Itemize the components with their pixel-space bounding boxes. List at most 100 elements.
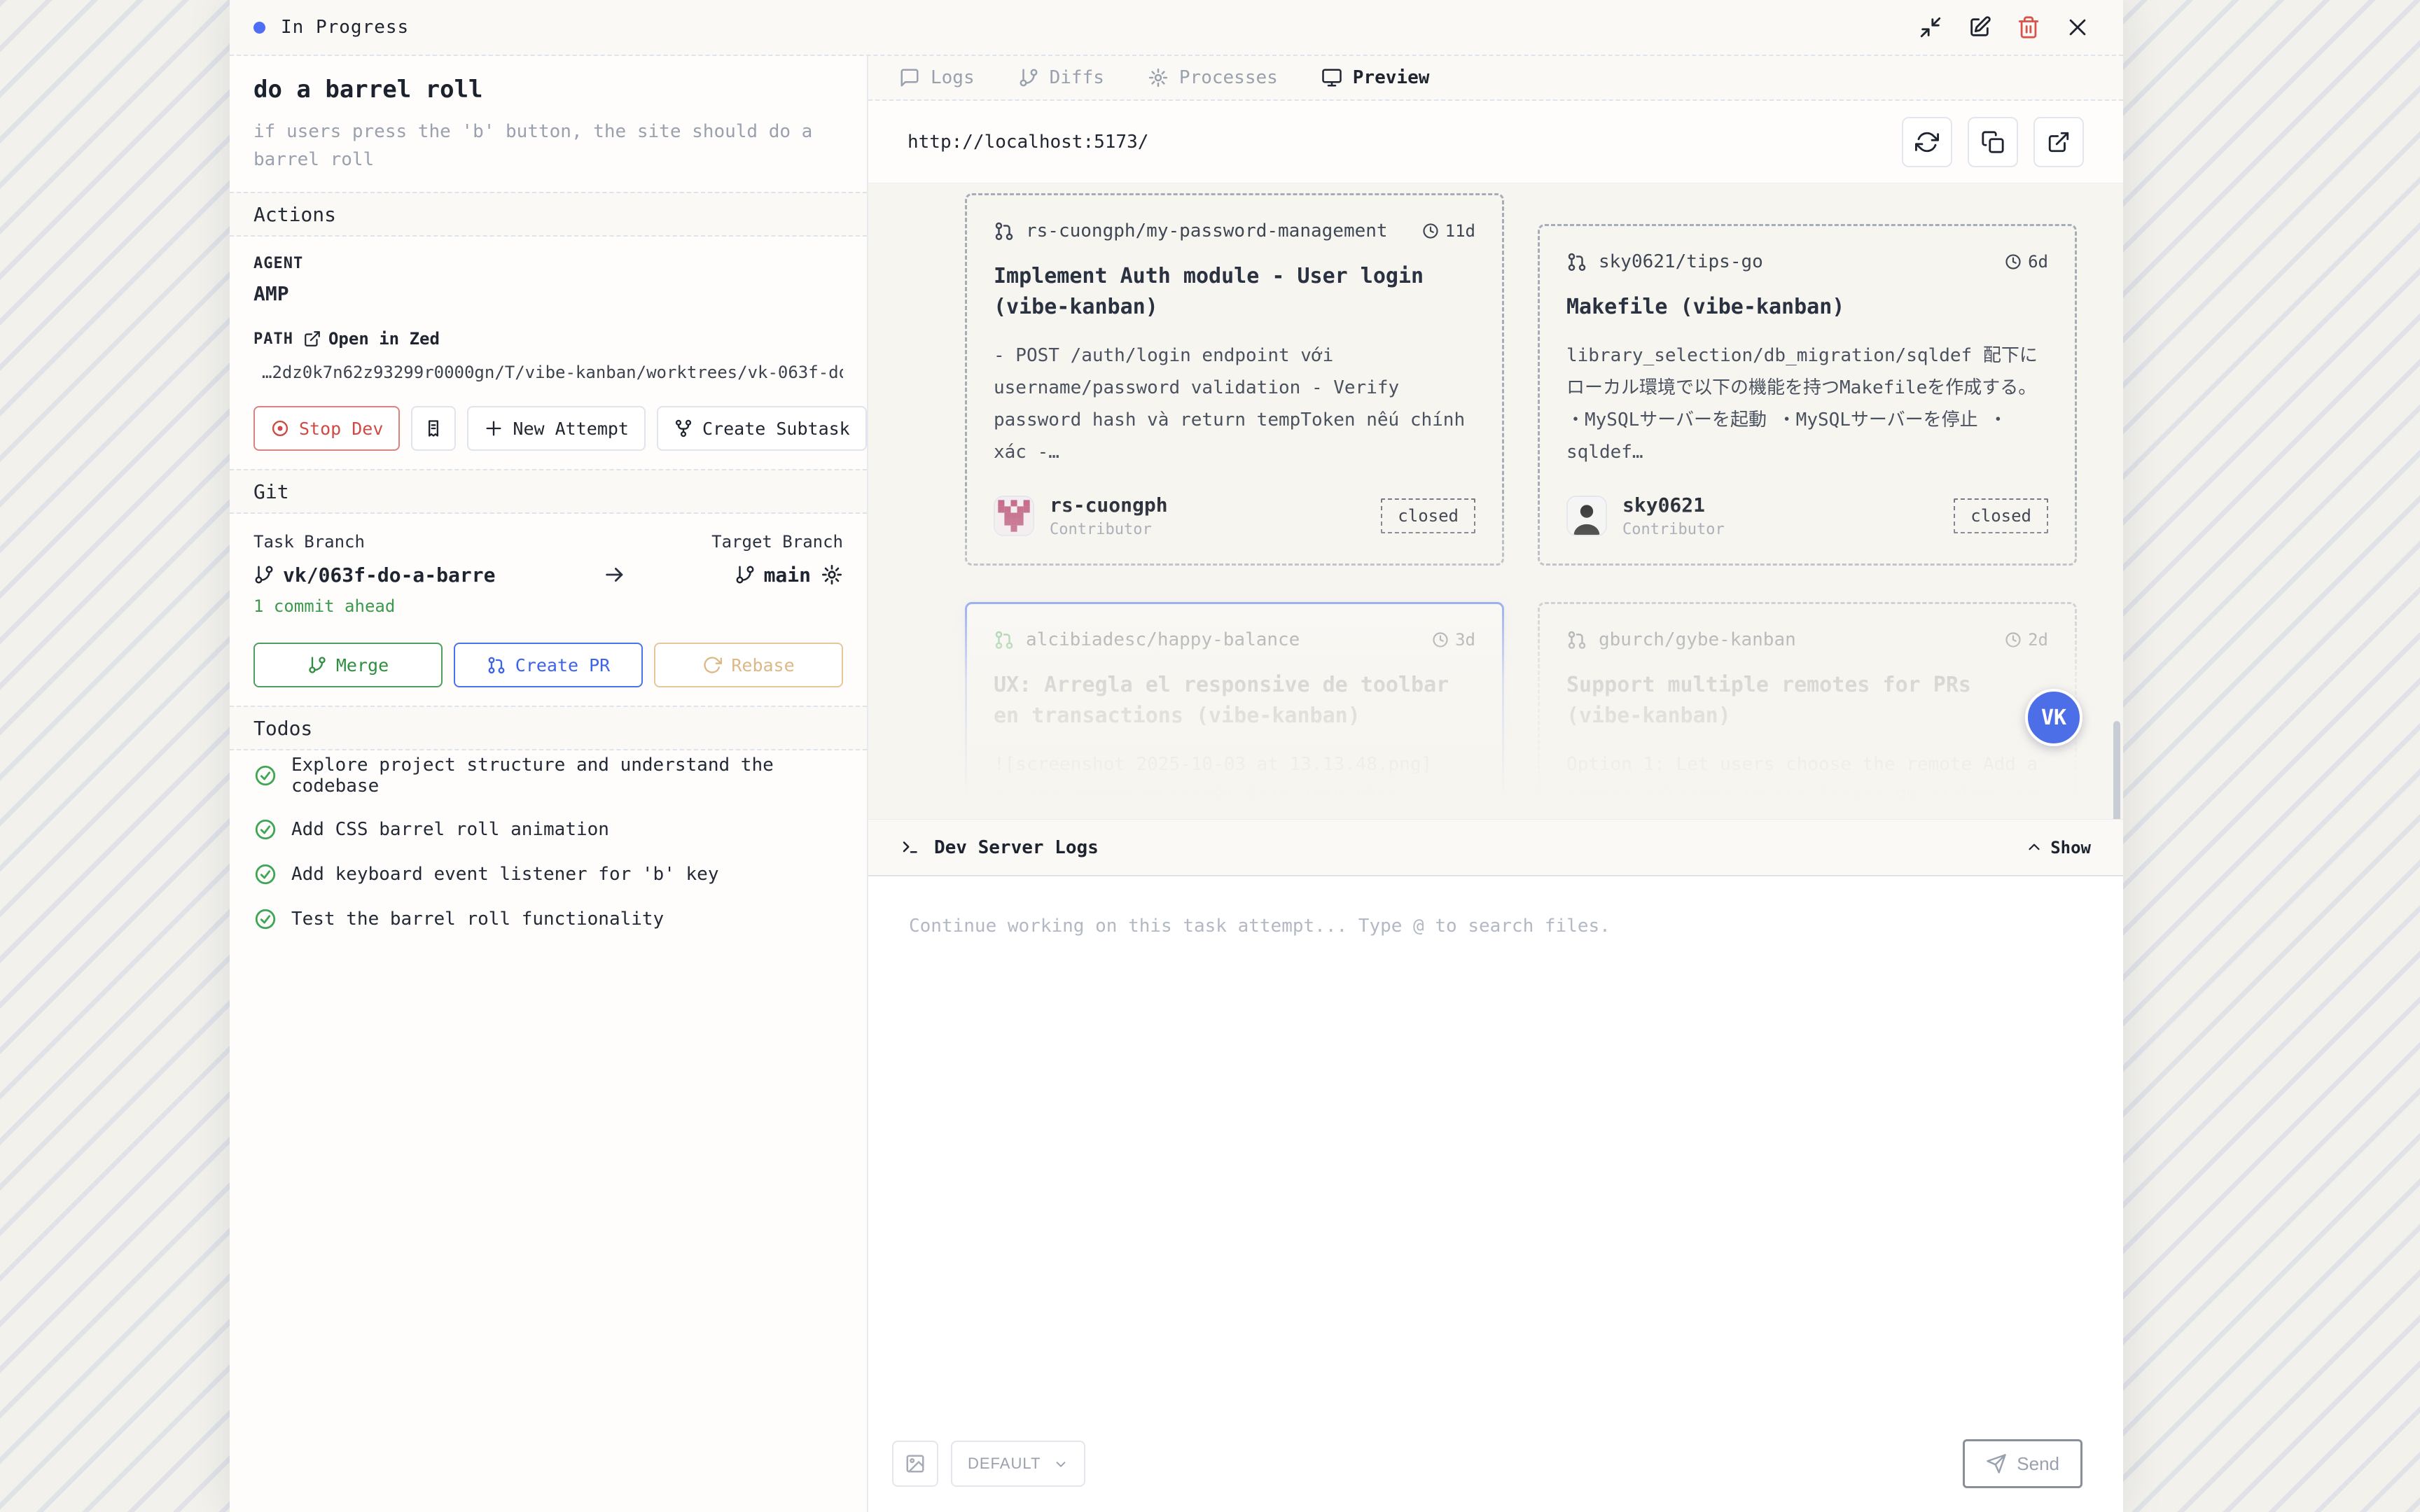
- card-title: Makefile (vibe-kanban): [1566, 295, 1845, 319]
- monitor-icon: [1321, 67, 1342, 88]
- card-title: Implement Auth module - User login (vibe…: [994, 264, 1424, 319]
- pr-card[interactable]: rs-cuongph/my-password-management 11d Impl…: [965, 193, 1504, 566]
- pull-request-icon: [1566, 251, 1587, 272]
- todo-list: Explore project structure and understand…: [230, 750, 867, 949]
- avatar: [1566, 496, 1607, 536]
- chevron-up-icon: [2025, 839, 2043, 857]
- tab-preview[interactable]: Preview: [1321, 67, 1429, 88]
- commit-status: 1 commit ahead: [253, 596, 396, 616]
- check-circle-icon: [253, 862, 277, 886]
- card-title: UX: Arregla el responsive de toolbar en …: [994, 673, 1449, 728]
- target-branch[interactable]: main: [735, 564, 811, 587]
- pull-request-icon: [994, 220, 1015, 241]
- card-body: library_selection/db_migration/sqldef 配下…: [1566, 345, 2038, 463]
- edit-task-icon[interactable]: [1968, 15, 1991, 39]
- branch-icon: [1018, 67, 1039, 88]
- close-icon[interactable]: [2066, 15, 2089, 39]
- stop-dev-button[interactable]: Stop Dev: [253, 406, 401, 451]
- message-composer: Continue working on this task attempt...…: [868, 876, 2123, 1512]
- card-repo: sky0621/tips-go: [1599, 251, 1763, 272]
- status-label: In Progress: [281, 17, 410, 38]
- card-age: 11d: [1445, 221, 1475, 241]
- external-link-icon: [2047, 130, 2071, 154]
- rotate-icon: [702, 655, 723, 675]
- window-controls: [1919, 15, 2089, 39]
- attach-image-button[interactable]: [892, 1441, 938, 1487]
- copy-url-button[interactable]: [1968, 116, 2018, 167]
- card-body: ![screenshot 2025-10-03 at 13.13.48.png]…: [994, 754, 1454, 819]
- pull-request-icon: [487, 655, 506, 675]
- card-body: Option 1: Let users choose the remote Ad…: [1566, 754, 2038, 819]
- dev-logs-button[interactable]: [411, 406, 457, 451]
- card-body: - POST /auth/login endpoint với username…: [994, 345, 1466, 463]
- todo-item: Test the barrel roll functionality: [253, 907, 843, 931]
- task-dialog: In Progress do a barrel roll if users pr…: [230, 0, 2123, 1512]
- dev-server-logs-bar: Dev Server Logs Show: [868, 819, 2123, 876]
- terminal-icon: [900, 837, 922, 858]
- todo-item: Add CSS barrel roll animation: [253, 818, 843, 841]
- status-badge: closed: [1954, 498, 2048, 533]
- target-branch-label: Target Branch: [711, 532, 843, 552]
- pr-card[interactable]: alcibiadesc/happy-balance 3d UX: Arregla e…: [965, 602, 1504, 819]
- dev-logs-title: Dev Server Logs: [934, 836, 1099, 858]
- composer-input[interactable]: Continue working on this task attempt...…: [868, 876, 2123, 937]
- section-header-actions: Actions: [230, 192, 867, 237]
- pr-card[interactable]: sky0621/tips-go 6d Makefile (vibe-kanban) l…: [1538, 224, 2077, 566]
- fork-icon: [674, 419, 693, 438]
- pull-request-icon: [994, 629, 1015, 650]
- card-age: 2d: [2028, 630, 2048, 650]
- git-branch-icon: [735, 564, 756, 585]
- tab-processes[interactable]: Processes: [1148, 67, 1278, 88]
- create-subtask-button[interactable]: Create Subtask: [657, 406, 867, 451]
- card-repo: gburch/gybe-kanban: [1599, 629, 1796, 650]
- send-button[interactable]: Send: [1963, 1439, 2082, 1488]
- vibe-kanban-logo[interactable]: VK: [2025, 689, 2082, 746]
- avatar: [994, 496, 1034, 536]
- preview-scrollbar[interactable]: [2113, 721, 2120, 819]
- card-author-role: Contributor: [1050, 521, 1152, 538]
- scroll-icon: [424, 419, 443, 438]
- card-repo: rs-cuongph/my-password-management: [1026, 220, 1388, 241]
- check-circle-icon: [253, 907, 277, 931]
- tab-logs[interactable]: Logs: [899, 67, 975, 88]
- task-branch[interactable]: vk/063f-do-a-barre: [253, 564, 495, 587]
- send-icon: [1986, 1453, 2007, 1474]
- card-column-right: sky0621/tips-go 6d Makefile (vibe-kanban) l…: [1538, 224, 2077, 819]
- chevron-down-icon: [1053, 1456, 1069, 1471]
- card-author: rs-cuongph: [1050, 493, 1168, 517]
- pr-card[interactable]: gburch/gybe-kanban 2d Support multiple rem…: [1538, 602, 2077, 819]
- minimize-icon[interactable]: [1919, 15, 1942, 39]
- card-age: 6d: [2028, 252, 2048, 272]
- status-badge: closed: [1381, 498, 1475, 533]
- open-external-button[interactable]: [2033, 116, 2084, 167]
- clock-icon: [1430, 631, 1448, 649]
- actions-section: AGENT AMP PATH Open in Zed …2dz0k7n62z93…: [230, 237, 867, 469]
- clock-icon: [1420, 222, 1438, 240]
- card-title: Support multiple remotes for PRs (vibe-k…: [1566, 673, 1971, 728]
- show-logs-toggle[interactable]: Show: [2025, 838, 2091, 858]
- status-dot-icon: [253, 21, 265, 34]
- branch-settings-gear-icon[interactable]: [821, 564, 843, 586]
- git-branch-icon: [307, 655, 327, 675]
- tab-diffs[interactable]: Diffs: [1018, 67, 1104, 88]
- preview-url-bar: http://localhost:5173/: [868, 101, 2123, 183]
- refresh-button[interactable]: [1902, 116, 1952, 167]
- merge-button[interactable]: Merge: [253, 643, 443, 687]
- task-branch-label: Task Branch: [253, 532, 365, 552]
- copy-icon: [1981, 130, 2005, 154]
- rebase-button[interactable]: Rebase: [654, 643, 843, 687]
- git-section: Task Branch Target Branch vk/063f-do-a-b…: [230, 514, 867, 706]
- tab-bar: Logs Diffs Processes Preview: [868, 56, 2123, 101]
- arrow-right-icon: [495, 563, 734, 587]
- delete-task-icon[interactable]: [2017, 15, 2040, 39]
- new-attempt-button[interactable]: New Attempt: [467, 406, 646, 451]
- agent-label: AGENT: [253, 255, 304, 272]
- clock-icon: [2003, 253, 2021, 271]
- open-in-zed-link[interactable]: Open in Zed: [303, 329, 440, 349]
- attempt-panel: Logs Diffs Processes Preview http://localho…: [868, 56, 2123, 1512]
- create-pr-button[interactable]: Create PR: [454, 643, 643, 687]
- check-circle-icon: [253, 764, 277, 788]
- url-input[interactable]: http://localhost:5173/: [908, 132, 1148, 153]
- profile-select[interactable]: DEFAULT: [951, 1441, 1086, 1487]
- card-repo: alcibiadesc/happy-balance: [1026, 629, 1300, 650]
